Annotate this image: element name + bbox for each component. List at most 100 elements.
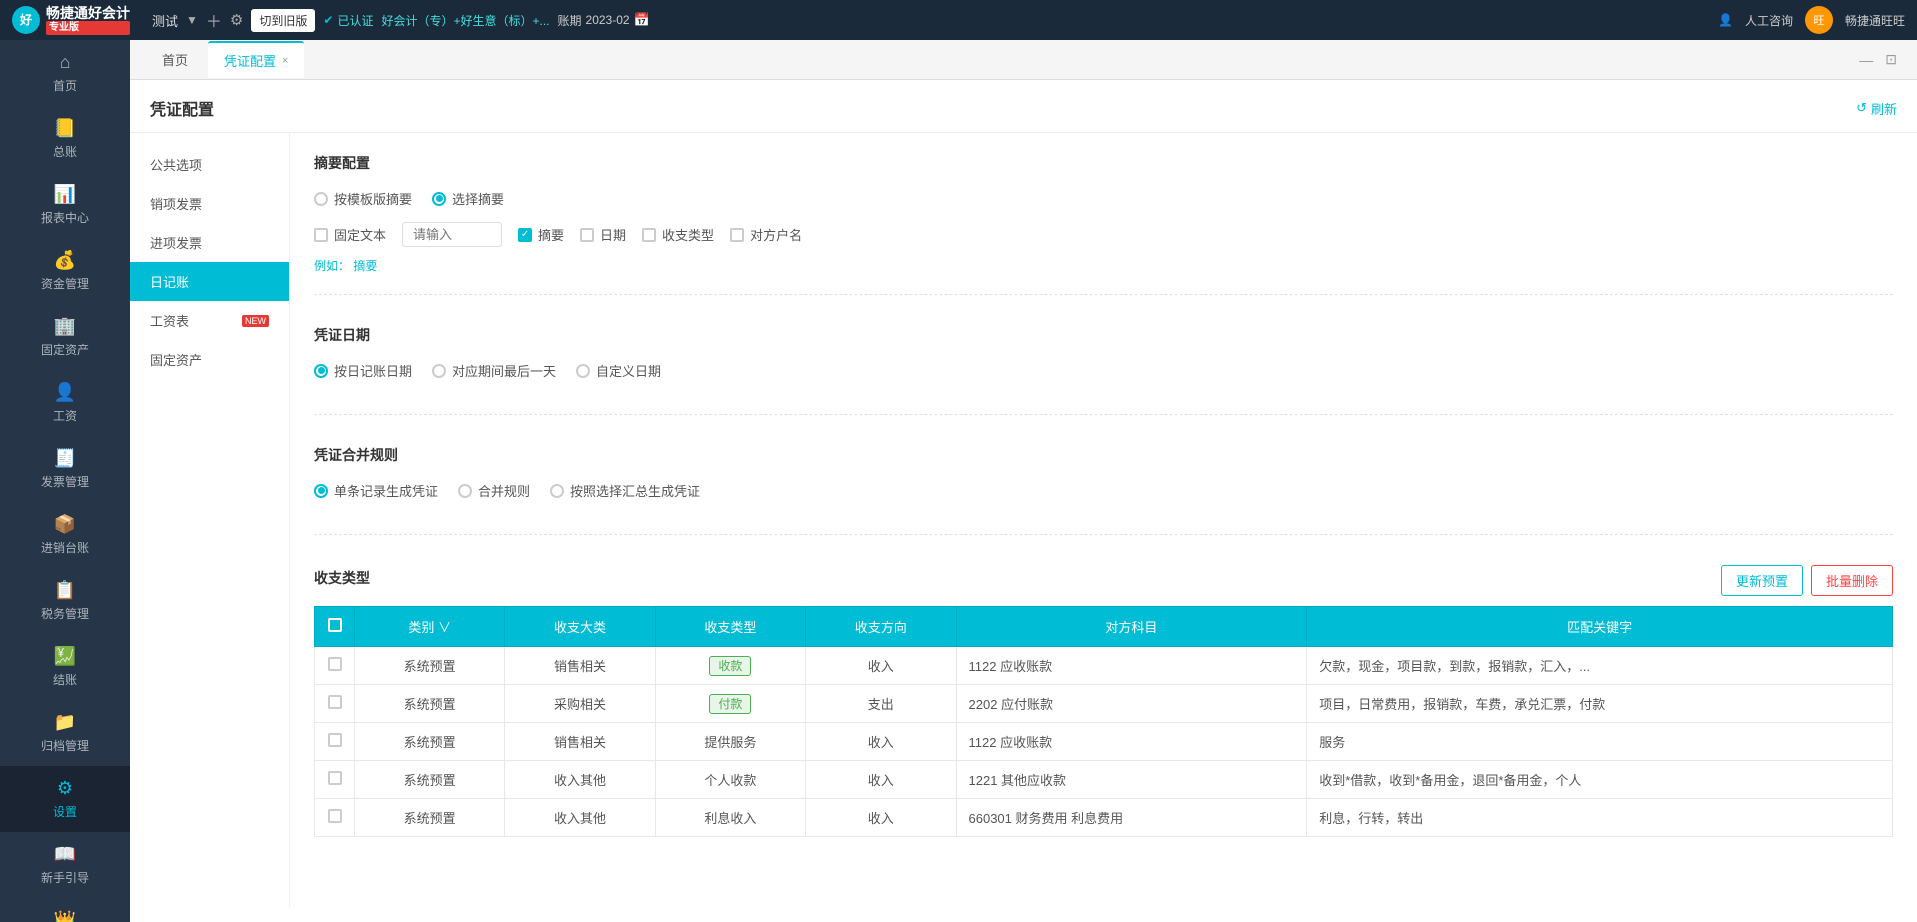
radio-template-summary[interactable]: 按模板版摘要 bbox=[314, 189, 412, 208]
income-section-title: 收支类型 bbox=[314, 568, 370, 588]
radio-single-record[interactable]: 单条记录生成凭证 bbox=[314, 481, 438, 500]
sidebar-item-ledger[interactable]: 📒 总账 bbox=[0, 106, 130, 172]
topbar: 好 畅捷通好会计 专业版 测试 ▼ ＋ ⚙ 切到旧版 ✔ 已认证 好会计（专）+… bbox=[0, 0, 1917, 40]
sidebar-item-reports[interactable]: 📊 报表中心 bbox=[0, 172, 130, 238]
date-section: 凭证日期 按日记账日期 对应期间最后一天 bbox=[314, 325, 1893, 415]
table-header-subject: 对方科目 bbox=[956, 607, 1307, 647]
radio-aggregate-circle bbox=[550, 484, 564, 498]
row-type-3: 个人收款 bbox=[655, 761, 805, 799]
checkbox-date[interactable]: 日期 bbox=[580, 225, 626, 244]
radio-journal-date-circle bbox=[314, 364, 328, 378]
sidebar-item-funds[interactable]: 💰 资金管理 bbox=[0, 238, 130, 304]
update-preset-button[interactable]: 更新预置 bbox=[1721, 565, 1803, 596]
row-category-2: 系统预置 bbox=[355, 723, 505, 761]
sidebar-item-payroll[interactable]: 👤 工资 bbox=[0, 370, 130, 436]
row-checkbox-box-1[interactable] bbox=[328, 695, 342, 709]
row-type-2: 提供服务 bbox=[655, 723, 805, 761]
left-nav-item-public[interactable]: 公共选项 bbox=[130, 145, 289, 184]
type-tag-0[interactable]: 收款 bbox=[709, 656, 751, 676]
payroll-icon: 👤 bbox=[54, 382, 76, 403]
table-header-checkbox[interactable] bbox=[315, 607, 355, 647]
checkbox-fixed-text[interactable]: 固定文本 bbox=[314, 225, 386, 244]
summary-section-title: 摘要配置 bbox=[314, 153, 1893, 173]
archive-icon: 📁 bbox=[54, 712, 76, 733]
sidebar-item-home[interactable]: ⌂ 首页 bbox=[0, 40, 130, 106]
row-checkbox-2[interactable] bbox=[315, 723, 355, 761]
left-nav-item-payroll-table[interactable]: 工资表 NEW bbox=[130, 301, 289, 340]
checkbox-summary[interactable]: ✓ 摘要 bbox=[518, 225, 564, 244]
checkbox-date-box bbox=[580, 228, 594, 242]
row-type-1: 付款 bbox=[655, 685, 805, 723]
radio-period-last-day[interactable]: 对应期间最后一天 bbox=[432, 361, 556, 380]
checkbox-counterpart[interactable]: 对方户名 bbox=[730, 225, 802, 244]
add-icon[interactable]: ＋ bbox=[206, 8, 222, 32]
income-section-header: 收支类型 更新预置 批量删除 bbox=[314, 565, 1893, 606]
row-checkbox-box-0[interactable] bbox=[328, 657, 342, 671]
tab-close-icon[interactable]: × bbox=[282, 55, 288, 67]
sidebar-item-guide[interactable]: 📖 新手引导 bbox=[0, 832, 130, 898]
row-checkbox-1[interactable] bbox=[315, 685, 355, 723]
sidebar-item-archive[interactable]: 📁 归档管理 bbox=[0, 700, 130, 766]
company-name: 测试 bbox=[152, 11, 178, 30]
avatar[interactable]: 旺 bbox=[1805, 6, 1833, 34]
row-category-0: 系统预置 bbox=[355, 647, 505, 685]
sidebar-item-fixed-assets[interactable]: 🏢 固定资产 bbox=[0, 304, 130, 370]
row-subject-4: 660301 财务费用 利息费用 bbox=[956, 799, 1307, 837]
row-checkbox-box-2[interactable] bbox=[328, 733, 342, 747]
row-keywords-0: 欠款，现金，项目款，到款，报销款，汇入，... bbox=[1307, 647, 1893, 685]
reports-icon: 📊 bbox=[54, 184, 76, 205]
refresh-button[interactable]: ↺ 刷新 bbox=[1856, 99, 1897, 118]
minimize-button[interactable]: — bbox=[1855, 48, 1877, 72]
left-nav-item-journal[interactable]: 日记账 bbox=[130, 262, 289, 301]
consult-label[interactable]: 人工咨询 bbox=[1745, 12, 1793, 29]
dropdown-arrow-icon[interactable]: ▼ bbox=[186, 13, 198, 27]
new-badge: NEW bbox=[242, 315, 269, 327]
sidebar-item-settings[interactable]: ⚙ 设置 bbox=[0, 766, 130, 832]
row-checkbox-box-4[interactable] bbox=[328, 809, 342, 823]
row-checkbox-box-3[interactable] bbox=[328, 771, 342, 785]
radio-merge-rules[interactable]: 合并规则 bbox=[458, 481, 530, 500]
checkbox-income-type-box bbox=[642, 228, 656, 242]
calendar-icon[interactable]: 📅 bbox=[634, 12, 650, 28]
switch-old-version-button[interactable]: 切到旧版 bbox=[251, 9, 315, 32]
select-all-checkbox[interactable] bbox=[328, 618, 342, 632]
table-row: 系统预置 销售相关 收款 收入 1122 应收账款 欠款，现金，项目款，到款，报… bbox=[315, 647, 1893, 685]
tab-voucher-config[interactable]: 凭证配置 × bbox=[208, 41, 304, 78]
fixed-text-input[interactable] bbox=[402, 222, 502, 247]
radio-select-summary[interactable]: 选择摘要 bbox=[432, 189, 504, 208]
sidebar-item-tax[interactable]: 📋 税务管理 bbox=[0, 568, 130, 634]
sidebar-item-purchase-sales[interactable]: 📦 进销台账 bbox=[0, 502, 130, 568]
sidebar-item-member[interactable]: 👑 畅会员 bbox=[0, 898, 130, 922]
page-header: 凭证配置 ↺ 刷新 bbox=[130, 80, 1917, 133]
left-nav-item-purchase-invoice[interactable]: 进项发票 bbox=[130, 223, 289, 262]
tab-home[interactable]: 首页 bbox=[146, 42, 204, 77]
batch-delete-button[interactable]: 批量删除 bbox=[1811, 565, 1893, 596]
row-keywords-4: 利息，行转，转出 bbox=[1307, 799, 1893, 837]
type-tag-1[interactable]: 付款 bbox=[709, 694, 751, 714]
member-icon: 👑 bbox=[54, 910, 76, 922]
left-nav-item-sales-invoice[interactable]: 销项发票 bbox=[130, 184, 289, 223]
row-major-1: 采购相关 bbox=[505, 685, 655, 723]
two-pane: 公共选项 销项发票 进项发票 日记账 工资表 NEW bbox=[130, 133, 1917, 907]
topbar-right: 👤 人工咨询 旺 畅捷通旺旺 bbox=[1718, 6, 1905, 34]
row-keywords-3: 收到*借款，收到*备用金，退回*备用金，个人 bbox=[1307, 761, 1893, 799]
row-subject-1: 2202 应付账款 bbox=[956, 685, 1307, 723]
date-section-title: 凭证日期 bbox=[314, 325, 1893, 345]
radio-custom-date[interactable]: 自定义日期 bbox=[576, 361, 661, 380]
sidebar-item-close-accounts[interactable]: 💹 结账 bbox=[0, 634, 130, 700]
checkbox-income-type[interactable]: 收支类型 bbox=[642, 225, 714, 244]
row-subject-3: 1221 其他应收款 bbox=[956, 761, 1307, 799]
period-display: 账期 2023-02 📅 bbox=[558, 12, 650, 29]
home-icon: ⌂ bbox=[60, 52, 71, 73]
radio-journal-date[interactable]: 按日记账日期 bbox=[314, 361, 412, 380]
sidebar-item-invoices[interactable]: 🧾 发票管理 bbox=[0, 436, 130, 502]
row-checkbox-3[interactable] bbox=[315, 761, 355, 799]
row-checkbox-0[interactable] bbox=[315, 647, 355, 685]
row-checkbox-4[interactable] bbox=[315, 799, 355, 837]
settings-icon[interactable]: ⚙ bbox=[230, 11, 243, 29]
settings-sidebar-icon: ⚙ bbox=[57, 778, 73, 799]
left-nav-item-fixed-assets-sub[interactable]: 固定资产 bbox=[130, 340, 289, 379]
radio-aggregate[interactable]: 按照选择汇总生成凭证 bbox=[550, 481, 700, 500]
app-logo: 好 畅捷通好会计 专业版 bbox=[12, 5, 142, 36]
maximize-button[interactable]: ⊡ bbox=[1881, 47, 1901, 72]
